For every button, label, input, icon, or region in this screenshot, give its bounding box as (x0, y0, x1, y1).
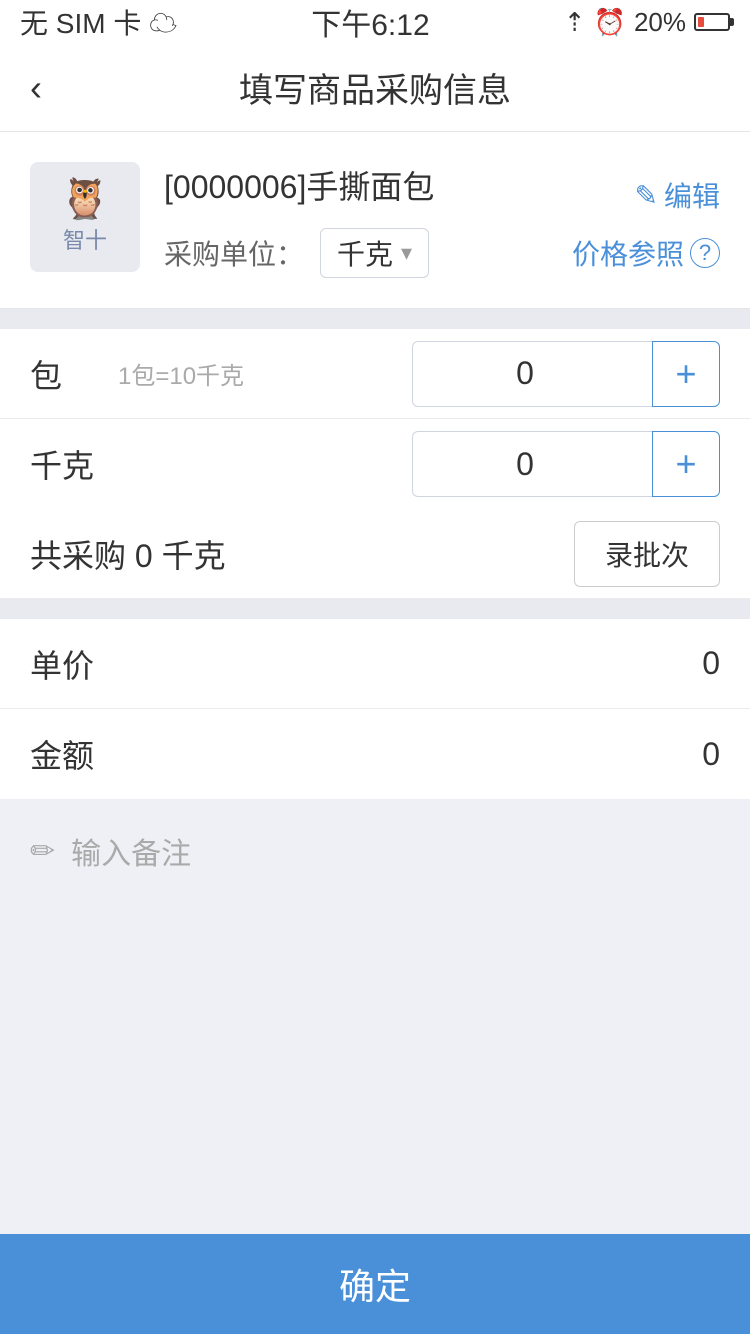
content-spacer (0, 903, 750, 1234)
unit-price-row: 单价 0 (0, 619, 750, 709)
note-section[interactable]: ✏ 输入备注 (0, 799, 750, 903)
package-input-row: 包 1包=10千克 + (0, 329, 750, 419)
amount-value: 0 (702, 736, 720, 773)
unit-label: 采购单位： (164, 233, 304, 273)
product-name: [0000006]手撕面包 (164, 162, 434, 208)
package-sub-label: 1包=10千克 (118, 356, 244, 391)
amount-row: 金额 0 (0, 709, 750, 799)
kg-input-right: + (412, 431, 720, 497)
owl-icon: 🦉 (60, 179, 110, 219)
back-button[interactable]: ‹ (20, 57, 52, 119)
location-icon: ⇡ (564, 7, 586, 38)
summary-section: 共采购 0 千克 录批次 (0, 509, 750, 599)
chevron-down-icon: ▾ (401, 240, 412, 266)
pencil-icon: ✏ (30, 834, 55, 869)
kg-input-row: 千克 + (0, 419, 750, 509)
input-section: 包 1包=10千克 + 千克 + (0, 329, 750, 509)
confirm-button[interactable]: 确定 (0, 1234, 750, 1334)
note-placeholder: 输入备注 (71, 829, 191, 873)
status-time: 下午6:12 (311, 0, 429, 44)
nav-bar: ‹ 填写商品采购信息 (0, 44, 750, 132)
kg-qty-input[interactable] (412, 431, 652, 497)
battery-percent: 20% (634, 7, 686, 38)
battery-icon (694, 13, 730, 31)
amount-label: 金额 (30, 731, 94, 777)
edit-icon: ✎ (635, 179, 658, 212)
package-qty-input[interactable] (412, 341, 652, 407)
product-card: 🦉 智十 [0000006]手撕面包 ✎ 编辑 采购单位： 千克 ▾ 价格参照 … (0, 132, 750, 309)
package-plus-button[interactable]: + (652, 341, 720, 407)
status-right: ⇡ ⏰ 20% (564, 7, 730, 38)
edit-button[interactable]: ✎ 编辑 (635, 175, 720, 215)
brand-text: 智十 (63, 223, 107, 255)
status-left: 无 SIM 卡 ☁ (20, 2, 177, 42)
package-label: 包 (30, 351, 110, 397)
package-input-right: + (412, 341, 720, 407)
summary-text: 共采购 0 千克 (30, 531, 226, 577)
page-title: 填写商品采购信息 (239, 63, 511, 112)
product-thumbnail: 🦉 智十 (30, 162, 140, 272)
product-meta: 采购单位： 千克 ▾ 价格参照 ? (164, 228, 720, 278)
status-bar: 无 SIM 卡 ☁ 下午6:12 ⇡ ⏰ 20% (0, 0, 750, 44)
help-icon: ? (690, 238, 720, 268)
kg-plus-button[interactable]: + (652, 431, 720, 497)
alarm-icon: ⏰ (594, 7, 626, 38)
section-divider-1 (0, 309, 750, 329)
kg-label: 千克 (30, 441, 110, 487)
batch-button[interactable]: 录批次 (574, 521, 720, 587)
unit-dropdown[interactable]: 千克 ▾ (320, 228, 429, 278)
unit-price-value: 0 (702, 645, 720, 682)
price-ref-button[interactable]: 价格参照 ? (572, 233, 720, 273)
price-section: 单价 0 金额 0 (0, 619, 750, 799)
section-divider-2 (0, 599, 750, 619)
unit-value: 千克 (337, 233, 393, 273)
sim-status: 无 SIM 卡 ☁ (20, 2, 177, 42)
product-info: [0000006]手撕面包 ✎ 编辑 采购单位： 千克 ▾ 价格参照 ? (164, 162, 720, 278)
unit-price-label: 单价 (30, 641, 94, 687)
